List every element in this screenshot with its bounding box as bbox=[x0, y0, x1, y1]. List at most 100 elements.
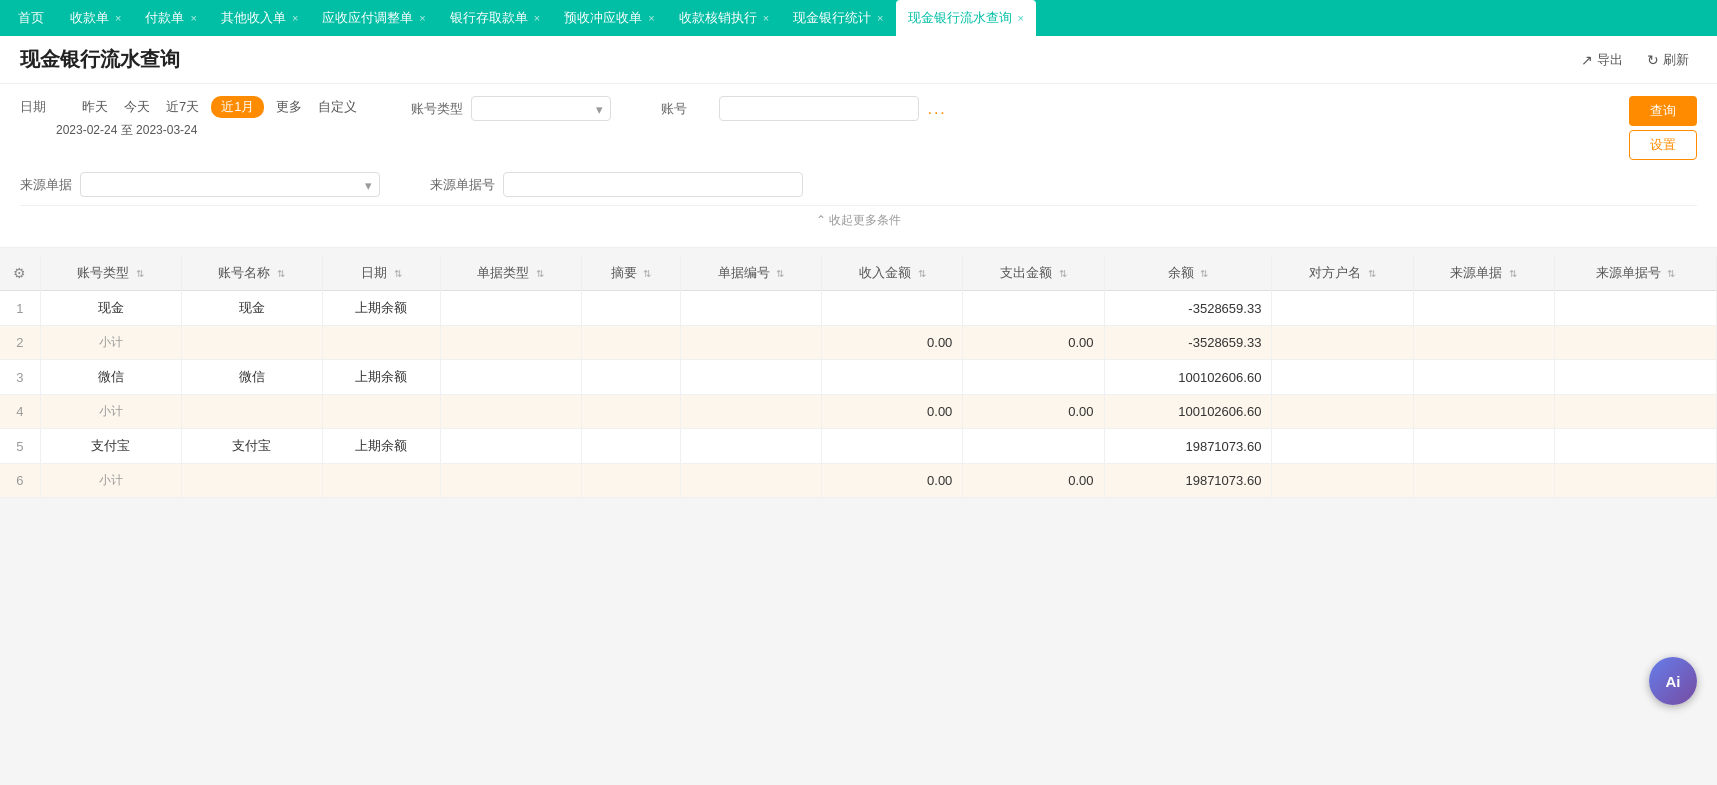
account-type-select[interactable] bbox=[471, 96, 611, 121]
chevron-up-icon: ⌃ bbox=[816, 213, 826, 227]
nav-tab-2[interactable]: 其他收入单 × bbox=[209, 0, 310, 36]
cell-doc-no bbox=[680, 429, 821, 464]
cell-counterpart bbox=[1272, 291, 1413, 326]
cell-account-name: 微信 bbox=[181, 360, 322, 395]
nav-tab-4[interactable]: 银行存取款单 × bbox=[438, 0, 552, 36]
col-account-type[interactable]: 账号类型 ⇅ bbox=[40, 256, 181, 291]
row-number: 6 bbox=[0, 464, 40, 498]
table-row: 6 小计 0.00 0.00 19871073.60 bbox=[0, 464, 1717, 498]
nav-tab-6[interactable]: 收款核销执行 × bbox=[667, 0, 781, 36]
close-icon[interactable]: × bbox=[292, 12, 298, 24]
col-expense[interactable]: 支出金额 ⇅ bbox=[963, 256, 1104, 291]
export-icon: ↗ bbox=[1581, 52, 1593, 68]
cell-doc-type bbox=[440, 429, 581, 464]
close-icon[interactable]: × bbox=[115, 12, 121, 24]
cell-doc-no bbox=[680, 464, 821, 498]
source-doc-filter: 来源单据 bbox=[20, 172, 380, 197]
table-row: 5 支付宝 支付宝 上期余额 19871073.60 bbox=[0, 429, 1717, 464]
account-type-label: 账号类型 bbox=[411, 100, 463, 118]
refresh-icon: ↻ bbox=[1647, 52, 1659, 68]
col-doc-no[interactable]: 单据编号 ⇅ bbox=[680, 256, 821, 291]
data-table: ⚙ 账号类型 ⇅ 账号名称 ⇅ 日期 ⇅ 单据类型 ⇅ bbox=[0, 256, 1717, 498]
col-gear[interactable]: ⚙ bbox=[0, 256, 40, 291]
table-row: 1 现金 现金 上期余额 -3528659.33 bbox=[0, 291, 1717, 326]
col-summary[interactable]: 摘要 ⇅ bbox=[581, 256, 680, 291]
col-source-doc[interactable]: 来源单据 ⇅ bbox=[1413, 256, 1554, 291]
query-button[interactable]: 查询 bbox=[1629, 96, 1697, 126]
cell-date bbox=[322, 326, 440, 360]
table-row: 4 小计 0.00 0.00 100102606.60 bbox=[0, 395, 1717, 429]
date-option-yesterday[interactable]: 昨天 bbox=[78, 96, 112, 118]
close-icon[interactable]: × bbox=[534, 12, 540, 24]
nav-tab-1[interactable]: 付款单 × bbox=[133, 0, 208, 36]
cell-summary bbox=[581, 429, 680, 464]
date-option-more[interactable]: 更多 bbox=[272, 96, 306, 118]
export-button[interactable]: ↗ 导出 bbox=[1573, 47, 1631, 73]
nav-home[interactable]: 首页 bbox=[4, 0, 58, 36]
sort-icon: ⇅ bbox=[277, 268, 285, 279]
settings-button[interactable]: 设置 bbox=[1629, 130, 1697, 160]
nav-tab-7[interactable]: 现金银行统计 × bbox=[781, 0, 895, 36]
date-option-1month[interactable]: 近1月 bbox=[211, 96, 264, 118]
source-doc-select[interactable] bbox=[80, 172, 380, 197]
cell-expense bbox=[963, 291, 1104, 326]
source-doc-no-input[interactable] bbox=[503, 172, 803, 197]
cell-expense: 0.00 bbox=[963, 395, 1104, 429]
row-number: 3 bbox=[0, 360, 40, 395]
nav-tab-0[interactable]: 收款单 × bbox=[58, 0, 133, 36]
nav-tab-5[interactable]: 预收冲应收单 × bbox=[552, 0, 666, 36]
account-filter: 账号 ... bbox=[661, 96, 946, 121]
cell-account-type: 小计 bbox=[40, 326, 181, 360]
col-balance[interactable]: 余额 ⇅ bbox=[1104, 256, 1272, 291]
cell-date: 上期余额 bbox=[322, 291, 440, 326]
col-date[interactable]: 日期 ⇅ bbox=[322, 256, 440, 291]
cell-doc-type bbox=[440, 360, 581, 395]
cell-expense bbox=[963, 360, 1104, 395]
cell-balance: -3528659.33 bbox=[1104, 326, 1272, 360]
date-option-7days[interactable]: 近7天 bbox=[162, 96, 203, 118]
cell-doc-type bbox=[440, 464, 581, 498]
cell-income: 0.00 bbox=[822, 395, 963, 429]
cell-source-doc-no bbox=[1554, 326, 1716, 360]
account-input[interactable] bbox=[719, 96, 919, 121]
col-income[interactable]: 收入金额 ⇅ bbox=[822, 256, 963, 291]
date-option-today[interactable]: 今天 bbox=[120, 96, 154, 118]
cell-doc-no bbox=[680, 326, 821, 360]
account-type-filter: 账号类型 bbox=[411, 96, 611, 121]
cell-account-type: 微信 bbox=[40, 360, 181, 395]
cell-counterpart bbox=[1272, 429, 1413, 464]
cell-income bbox=[822, 429, 963, 464]
account-label: 账号 bbox=[661, 100, 711, 118]
source-doc-select-wrapper bbox=[80, 172, 380, 197]
account-type-select-wrapper bbox=[471, 96, 611, 121]
source-doc-no-label: 来源单据号 bbox=[430, 176, 495, 194]
cell-source-doc-no bbox=[1554, 395, 1716, 429]
col-counterpart[interactable]: 对方户名 ⇅ bbox=[1272, 256, 1413, 291]
nav-tab-8[interactable]: 现金银行流水查询 × bbox=[896, 0, 1036, 36]
nav-tab-3[interactable]: 应收应付调整单 × bbox=[310, 0, 437, 36]
close-icon[interactable]: × bbox=[1018, 12, 1024, 24]
close-icon[interactable]: × bbox=[877, 12, 883, 24]
cell-date: 上期余额 bbox=[322, 360, 440, 395]
date-option-custom[interactable]: 自定义 bbox=[314, 96, 361, 118]
cell-counterpart bbox=[1272, 464, 1413, 498]
gear-icon[interactable]: ⚙ bbox=[13, 265, 26, 281]
cell-source-doc bbox=[1413, 464, 1554, 498]
table-body: 1 现金 现金 上期余额 -3528659.33 2 小计 0.00 0.00 … bbox=[0, 291, 1717, 498]
close-icon[interactable]: × bbox=[419, 12, 425, 24]
cell-balance: -3528659.33 bbox=[1104, 291, 1272, 326]
collapse-bar[interactable]: ⌃ 收起更多条件 bbox=[20, 205, 1697, 235]
query-action-buttons: 查询 设置 bbox=[1629, 96, 1697, 160]
data-table-container: ⚙ 账号类型 ⇅ 账号名称 ⇅ 日期 ⇅ 单据类型 ⇅ bbox=[0, 256, 1717, 498]
col-account-name[interactable]: 账号名称 ⇅ bbox=[181, 256, 322, 291]
col-doc-type[interactable]: 单据类型 ⇅ bbox=[440, 256, 581, 291]
refresh-button[interactable]: ↻ 刷新 bbox=[1639, 47, 1697, 73]
account-more-button[interactable]: ... bbox=[927, 100, 946, 118]
sort-icon: ⇅ bbox=[1059, 268, 1067, 279]
close-icon[interactable]: × bbox=[763, 12, 769, 24]
close-icon[interactable]: × bbox=[190, 12, 196, 24]
col-source-doc-no[interactable]: 来源单据号 ⇅ bbox=[1554, 256, 1716, 291]
cell-source-doc-no bbox=[1554, 360, 1716, 395]
cell-counterpart bbox=[1272, 395, 1413, 429]
close-icon[interactable]: × bbox=[648, 12, 654, 24]
